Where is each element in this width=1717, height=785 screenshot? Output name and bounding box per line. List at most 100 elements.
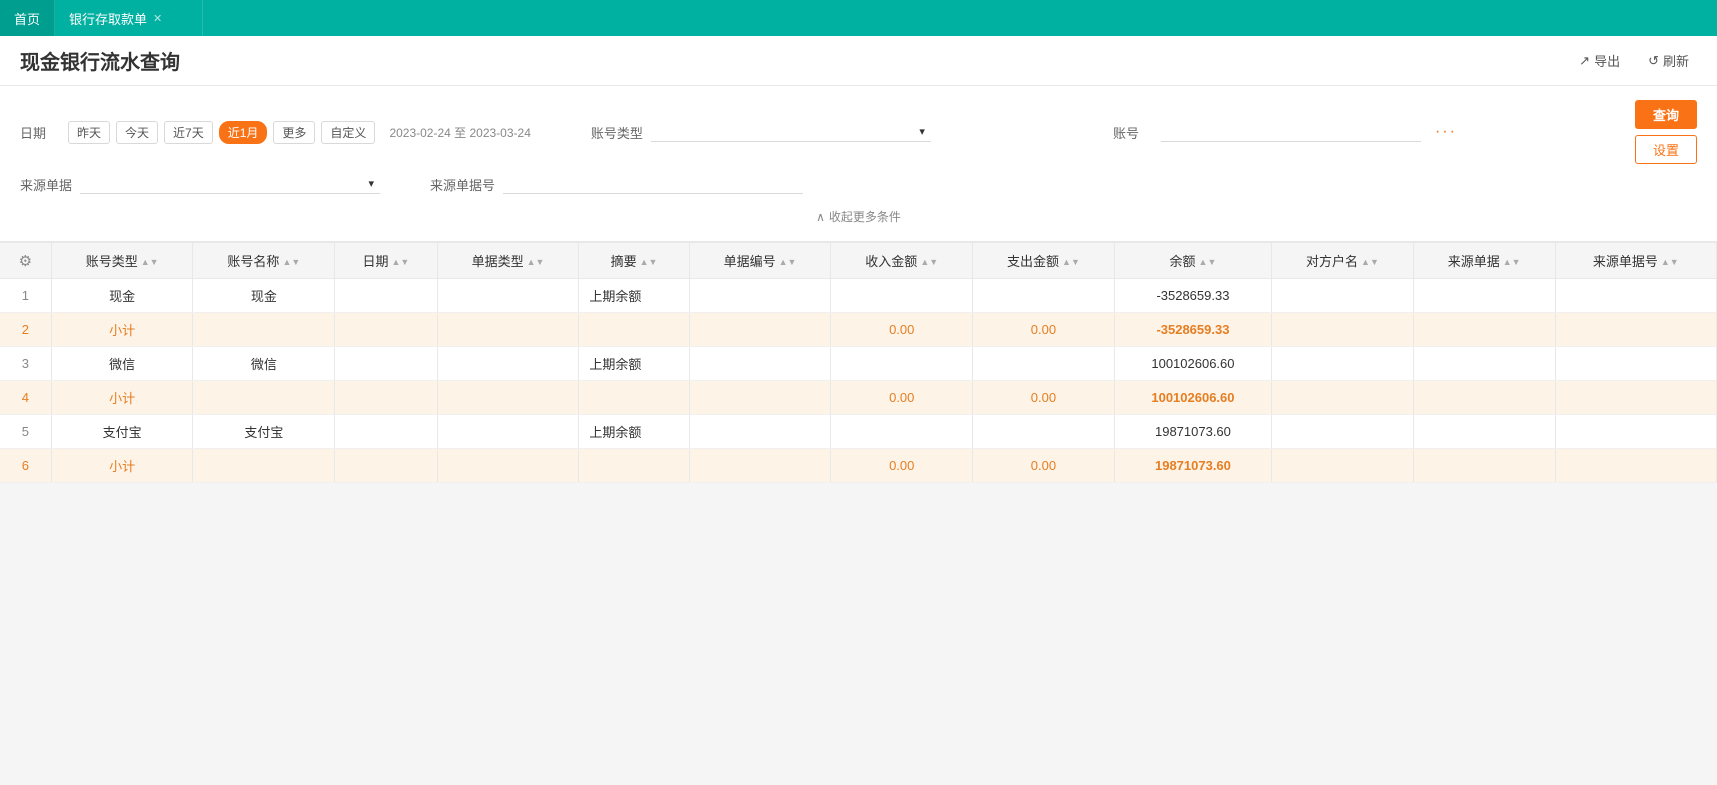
tab-close-icon[interactable]: ✕ bbox=[153, 12, 162, 25]
filter-area: 日期 昨天今天近7天近1月更多自定义 2023-02-24 至 2023-03-… bbox=[0, 86, 1717, 242]
col-header-summary[interactable]: 摘要▲▼ bbox=[579, 243, 689, 279]
account-dots-button[interactable]: ··· bbox=[1429, 123, 1463, 141]
cell-doc-no bbox=[689, 279, 831, 313]
cell-expense bbox=[973, 415, 1115, 449]
cell-income bbox=[831, 415, 973, 449]
col-header-doc_type[interactable]: 单据类型▲▼ bbox=[437, 243, 579, 279]
cell-source-doc-no bbox=[1555, 449, 1716, 483]
source-doc-label: 来源单据 bbox=[20, 175, 72, 194]
cell-balance: 19871073.60 bbox=[1114, 415, 1271, 449]
cell-counterparty bbox=[1272, 347, 1414, 381]
source-doc-chevron-icon: ▾ bbox=[368, 177, 374, 190]
source-doc-select[interactable]: ▾ bbox=[80, 174, 380, 194]
cell-expense: 0.00 bbox=[973, 313, 1115, 347]
cell-doc-type bbox=[437, 415, 579, 449]
sort-icon-summary: ▲▼ bbox=[640, 258, 658, 267]
export-icon: ↗ bbox=[1579, 53, 1590, 69]
cell-source-doc-no bbox=[1555, 347, 1716, 381]
cell-summary: 上期余额 bbox=[579, 347, 689, 381]
cell-account-name bbox=[193, 381, 335, 415]
col-header-income[interactable]: 收入金额▲▼ bbox=[831, 243, 973, 279]
cell-source-doc bbox=[1413, 415, 1555, 449]
cell-num: 3 bbox=[0, 347, 51, 381]
nav-tab-银行存取款单[interactable]: 银行存取款单✕ bbox=[55, 0, 203, 36]
refresh-icon: ↺ bbox=[1648, 53, 1659, 69]
col-header-counterparty[interactable]: 对方户名▲▼ bbox=[1272, 243, 1414, 279]
cell-income: 0.00 bbox=[831, 381, 973, 415]
top-nav: 首页 收款单✕付款单✕其他收入单✕应收应付调整单✕银行存取款单✕预收冲应收单✕收… bbox=[0, 0, 1717, 36]
cell-account-name: 现金 bbox=[193, 279, 335, 313]
cell-num: 6 bbox=[0, 449, 51, 483]
cell-source-doc bbox=[1413, 313, 1555, 347]
col-header-date[interactable]: 日期▲▼ bbox=[335, 243, 437, 279]
cell-source-doc bbox=[1413, 279, 1555, 313]
export-button[interactable]: ↗ 导出 bbox=[1571, 47, 1628, 74]
filter-row-2: 来源单据 ▾ 来源单据号 bbox=[20, 174, 1697, 194]
cell-income: 0.00 bbox=[831, 449, 973, 483]
account-filter-group: 账号 ··· bbox=[1113, 122, 1615, 142]
cell-source-doc bbox=[1413, 347, 1555, 381]
cell-summary bbox=[579, 313, 689, 347]
col-header-doc_no[interactable]: 单据编号▲▼ bbox=[689, 243, 831, 279]
date-option-今天[interactable]: 今天 bbox=[116, 121, 158, 144]
table-row: 4小计0.000.00100102606.60 bbox=[0, 381, 1717, 415]
cell-date bbox=[335, 449, 437, 483]
cell-source-doc-no bbox=[1555, 415, 1716, 449]
col-header-expense[interactable]: 支出金额▲▼ bbox=[973, 243, 1115, 279]
cell-source-doc-no bbox=[1555, 313, 1716, 347]
action-buttons: 查询 设置 bbox=[1635, 100, 1697, 164]
cell-account-type: 微信 bbox=[51, 347, 193, 381]
source-doc-no-input[interactable] bbox=[503, 174, 803, 194]
sort-icon-income: ▲▼ bbox=[920, 258, 938, 267]
cell-account-name: 微信 bbox=[193, 347, 335, 381]
cell-doc-type bbox=[437, 313, 579, 347]
cell-expense: 0.00 bbox=[973, 381, 1115, 415]
collapse-bar[interactable]: ∧ 收起更多条件 bbox=[20, 204, 1697, 233]
cell-date bbox=[335, 279, 437, 313]
header-actions: ↗ 导出 ↺ 刷新 bbox=[1571, 47, 1697, 74]
refresh-button[interactable]: ↺ 刷新 bbox=[1640, 47, 1697, 74]
settings-button[interactable]: 设置 bbox=[1635, 135, 1697, 164]
cell-num: 1 bbox=[0, 279, 51, 313]
col-header-source_doc_no[interactable]: 来源单据号▲▼ bbox=[1555, 243, 1716, 279]
sort-icon-source_doc_no: ▲▼ bbox=[1661, 258, 1679, 267]
col-header-source_doc[interactable]: 来源单据▲▼ bbox=[1413, 243, 1555, 279]
sort-icon-counterparty: ▲▼ bbox=[1361, 258, 1379, 267]
account-label: 账号 bbox=[1113, 123, 1153, 142]
gear-settings-icon[interactable]: ⚙ bbox=[19, 253, 32, 270]
cell-counterparty bbox=[1272, 415, 1414, 449]
query-button[interactable]: 查询 bbox=[1635, 100, 1697, 129]
date-option-近7天[interactable]: 近7天 bbox=[164, 121, 213, 144]
date-option-昨天[interactable]: 昨天 bbox=[68, 121, 110, 144]
cell-summary bbox=[579, 449, 689, 483]
date-option-更多[interactable]: 更多 bbox=[273, 121, 315, 144]
cell-income bbox=[831, 347, 973, 381]
cell-income: 0.00 bbox=[831, 313, 973, 347]
filter-row-1: 日期 昨天今天近7天近1月更多自定义 2023-02-24 至 2023-03-… bbox=[20, 100, 1697, 164]
cell-account-type: 现金 bbox=[51, 279, 193, 313]
date-option-自定义[interactable]: 自定义 bbox=[321, 121, 375, 144]
cell-source-doc bbox=[1413, 449, 1555, 483]
cell-source-doc bbox=[1413, 381, 1555, 415]
cell-num: 2 bbox=[0, 313, 51, 347]
page-header: 现金银行流水查询 ↗ 导出 ↺ 刷新 bbox=[0, 36, 1717, 86]
date-option-近1月[interactable]: 近1月 bbox=[219, 121, 268, 144]
sort-icon-doc_no: ▲▼ bbox=[779, 258, 797, 267]
cell-doc-no bbox=[689, 381, 831, 415]
cell-source-doc-no bbox=[1555, 381, 1716, 415]
col-header-account_type[interactable]: 账号类型▲▼ bbox=[51, 243, 193, 279]
account-type-label: 账号类型 bbox=[591, 123, 643, 142]
page-title: 现金银行流水查询 bbox=[20, 46, 180, 75]
account-input[interactable] bbox=[1161, 122, 1421, 142]
cell-balance: 100102606.60 bbox=[1114, 381, 1271, 415]
col-header-balance[interactable]: 余额▲▼ bbox=[1114, 243, 1271, 279]
sort-icon-date: ▲▼ bbox=[392, 258, 410, 267]
nav-home[interactable]: 首页 bbox=[0, 0, 55, 36]
account-type-select[interactable]: ▾ bbox=[651, 122, 931, 142]
cell-account-type: 小计 bbox=[51, 313, 193, 347]
cell-balance: 19871073.60 bbox=[1114, 449, 1271, 483]
col-header-account_name[interactable]: 账号名称▲▼ bbox=[193, 243, 335, 279]
cell-account-type: 小计 bbox=[51, 381, 193, 415]
table-row: 2小计0.000.00-3528659.33 bbox=[0, 313, 1717, 347]
cell-doc-no bbox=[689, 313, 831, 347]
